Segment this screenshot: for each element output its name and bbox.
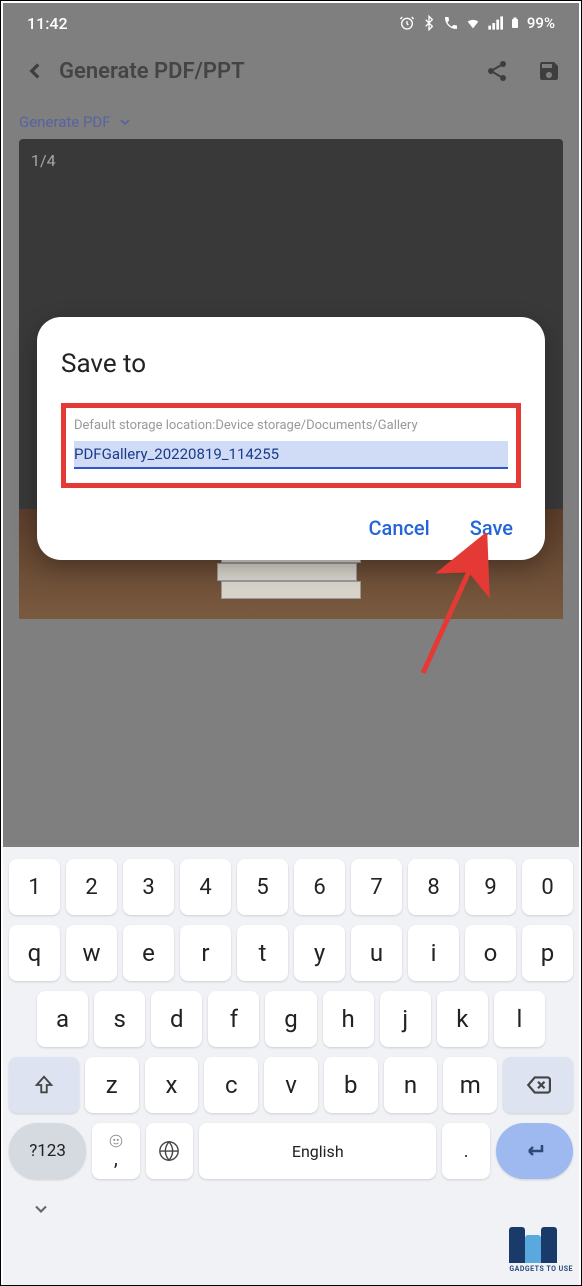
key-h[interactable]: h xyxy=(323,991,374,1047)
filename-input[interactable] xyxy=(74,441,508,469)
key-i[interactable]: i xyxy=(408,925,459,981)
key-g[interactable]: g xyxy=(265,991,316,1047)
cancel-button[interactable]: Cancel xyxy=(369,516,430,540)
key-b[interactable]: b xyxy=(324,1057,378,1113)
phone-icon xyxy=(443,15,459,31)
keyboard-row-2: a s d f g h j k l xyxy=(9,991,573,1047)
alarm-icon xyxy=(399,15,415,31)
key-6[interactable]: 6 xyxy=(294,859,345,915)
key-7[interactable]: 7 xyxy=(351,859,402,915)
key-period[interactable]: . xyxy=(442,1123,489,1179)
status-bar: 11:42 99% xyxy=(3,3,579,43)
chevron-down-icon xyxy=(31,1199,51,1219)
key-f[interactable]: f xyxy=(208,991,259,1047)
key-q[interactable]: q xyxy=(9,925,60,981)
key-9[interactable]: 9 xyxy=(465,859,516,915)
backspace-icon xyxy=(525,1072,551,1098)
status-time: 11:42 xyxy=(27,14,68,33)
chevron-down-icon xyxy=(117,114,133,130)
key-0[interactable]: 0 xyxy=(522,859,573,915)
battery-percentage: 99% xyxy=(527,14,555,32)
save-icon-button[interactable] xyxy=(535,57,563,85)
key-w[interactable]: w xyxy=(66,925,117,981)
key-j[interactable]: j xyxy=(380,991,431,1047)
key-1[interactable]: 1 xyxy=(9,859,60,915)
key-language[interactable] xyxy=(146,1123,193,1179)
key-k[interactable]: k xyxy=(437,991,488,1047)
key-m[interactable]: m xyxy=(443,1057,497,1113)
key-symbols[interactable]: ?123 xyxy=(9,1123,86,1179)
watermark-text: GADGETS TO USE xyxy=(509,1265,573,1273)
share-icon xyxy=(485,59,509,83)
globe-icon xyxy=(158,1140,180,1162)
battery-icon xyxy=(509,15,521,31)
key-8[interactable]: 8 xyxy=(408,859,459,915)
share-button[interactable] xyxy=(483,57,511,85)
annotation-highlight-box: Default storage location:Device storage/… xyxy=(61,403,521,488)
key-space[interactable]: English xyxy=(199,1123,436,1179)
key-4[interactable]: 4 xyxy=(180,859,231,915)
key-2[interactable]: 2 xyxy=(66,859,117,915)
key-backspace[interactable] xyxy=(503,1057,573,1113)
key-shift[interactable] xyxy=(9,1057,79,1113)
page-indicator: 1/4 xyxy=(31,151,56,170)
chevron-left-icon xyxy=(22,58,48,84)
keyboard-row-1: q w e r t y u i o p xyxy=(9,925,573,981)
keyboard-collapse-button[interactable] xyxy=(25,1197,57,1221)
watermark: GADGETS TO USE xyxy=(509,1227,573,1273)
key-x[interactable]: x xyxy=(145,1057,199,1113)
keyboard-row-numbers: 1 2 3 4 5 6 7 8 9 0 xyxy=(9,859,573,915)
key-comma[interactable]: , xyxy=(92,1123,139,1179)
keyboard-row-3: z x c v b n m xyxy=(9,1057,573,1113)
bluetooth-icon xyxy=(421,15,437,31)
key-c[interactable]: c xyxy=(204,1057,258,1113)
dialog-title: Save to xyxy=(61,349,521,379)
save-button[interactable]: Save xyxy=(470,516,513,540)
key-z[interactable]: z xyxy=(85,1057,139,1113)
key-3[interactable]: 3 xyxy=(123,859,174,915)
key-d[interactable]: d xyxy=(151,991,202,1047)
key-o[interactable]: o xyxy=(465,925,516,981)
storage-location-label: Default storage location:Device storage/… xyxy=(74,418,508,433)
signal-icon xyxy=(487,15,503,31)
shift-icon xyxy=(33,1074,55,1096)
key-u[interactable]: u xyxy=(351,925,402,981)
key-s[interactable]: s xyxy=(94,991,145,1047)
save-dialog: Save to Default storage location:Device … xyxy=(37,317,545,560)
page-title: Generate PDF/PPT xyxy=(59,59,483,84)
key-5[interactable]: 5 xyxy=(237,859,288,915)
key-n[interactable]: n xyxy=(384,1057,438,1113)
key-l[interactable]: l xyxy=(494,991,545,1047)
key-t[interactable]: t xyxy=(237,925,288,981)
back-button[interactable] xyxy=(19,55,51,87)
save-icon xyxy=(537,59,561,83)
format-dropdown[interactable]: Generate PDF xyxy=(3,99,579,139)
key-e[interactable]: e xyxy=(123,925,174,981)
dropdown-label: Generate PDF xyxy=(19,113,111,131)
wifi-icon xyxy=(465,15,481,31)
keyboard-row-4: ?123 , English . xyxy=(9,1123,573,1179)
enter-icon xyxy=(522,1139,546,1163)
key-y[interactable]: y xyxy=(294,925,345,981)
app-header: Generate PDF/PPT xyxy=(3,43,579,99)
key-a[interactable]: a xyxy=(37,991,88,1047)
key-v[interactable]: v xyxy=(264,1057,318,1113)
key-r[interactable]: r xyxy=(180,925,231,981)
status-icons: 99% xyxy=(399,14,555,32)
keyboard: 1 2 3 4 5 6 7 8 9 0 q w e r t y u i o p … xyxy=(3,847,579,1285)
key-enter[interactable] xyxy=(496,1123,573,1179)
key-p[interactable]: p xyxy=(522,925,573,981)
